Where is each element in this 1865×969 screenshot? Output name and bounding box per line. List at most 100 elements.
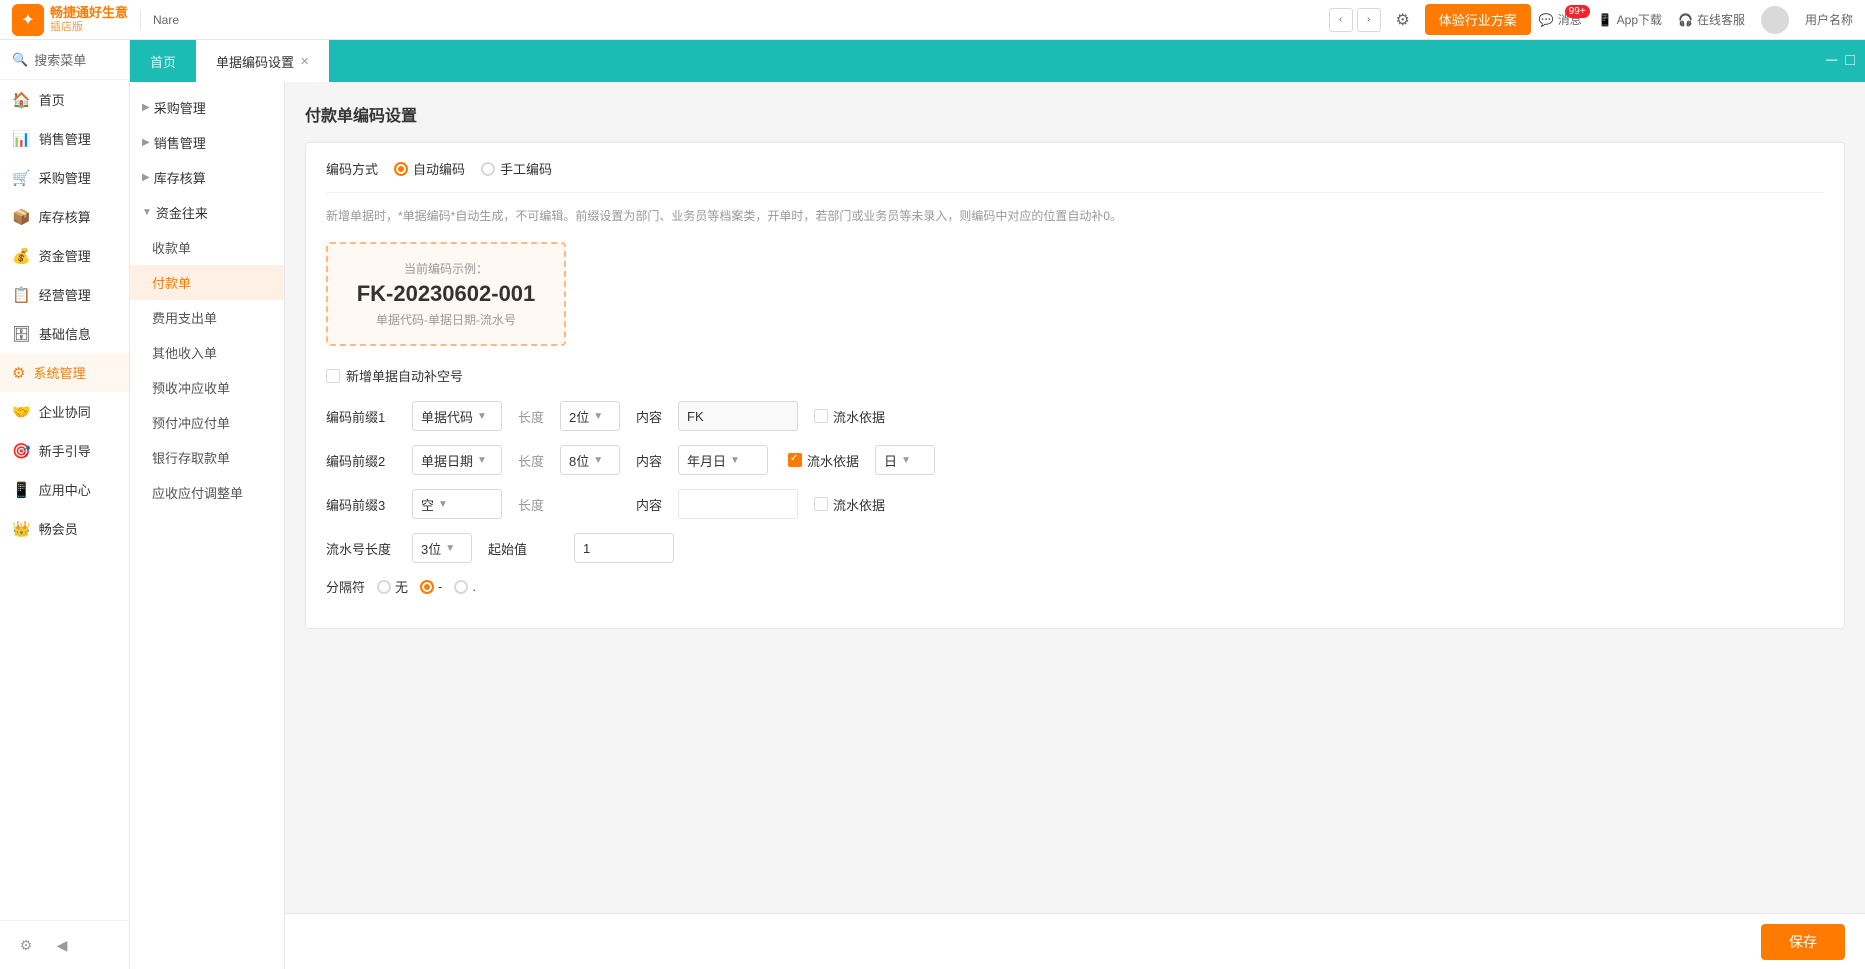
- sidebar-item-basic[interactable]: 🗄 基础信息: [0, 314, 129, 353]
- main-layout: 🔍 搜索菜单 🏠 首页 📊 销售管理 🛒 采购管理 📦 库存核算 💰 资金管理 …: [0, 40, 1865, 969]
- topbar-right: 💬 消息 99+ 📱 App下载 🎧 在线客服 用户名称: [1539, 6, 1853, 34]
- sidebar-item-enterprise[interactable]: 🤝 企业协同: [0, 392, 129, 431]
- tabbar-right: ─ □: [1826, 52, 1865, 70]
- prefix2-select[interactable]: 单据日期 ▼: [412, 445, 502, 475]
- message-button[interactable]: 💬 消息 99+: [1539, 11, 1582, 28]
- prefix3-content-input[interactable]: [678, 489, 798, 519]
- prefix1-content-label: 内容: [636, 407, 662, 426]
- prefix2-serial-checkbox[interactable]: 流水依据: [788, 451, 859, 470]
- sub-group-purchase-header[interactable]: ▶ 采购管理: [130, 90, 284, 125]
- prefix1-arrow-icon: ▼: [477, 411, 487, 422]
- prefix3-select[interactable]: 空 ▼: [412, 489, 502, 519]
- tab-encoding[interactable]: 单据编码设置 ✕: [196, 40, 329, 82]
- search-icon: 🔍: [12, 52, 28, 68]
- page-title: 付款单编码设置: [305, 102, 1845, 126]
- sub-group-sales-header[interactable]: ▶ 销售管理: [130, 125, 284, 160]
- sub-item-other-income[interactable]: 其他收入单: [130, 335, 284, 370]
- sidebar-item-guide[interactable]: 🎯 新手引导: [0, 431, 129, 470]
- prefix1-length-arrow-icon: ▼: [593, 411, 603, 422]
- auto-encode-radio-btn: [394, 162, 408, 176]
- username: 用户名称: [1805, 11, 1853, 28]
- sidebar-settings-button[interactable]: ⚙: [12, 931, 40, 959]
- sub-item-expense[interactable]: 费用支出单: [130, 300, 284, 335]
- arrow-right-icon: ▶: [142, 172, 150, 183]
- sidebar-item-apps[interactable]: 📱 应用中心: [0, 470, 129, 509]
- avatar[interactable]: [1761, 6, 1789, 34]
- prefix2-content-select[interactable]: 年月日 ▼: [678, 445, 768, 475]
- guide-icon: 🎯: [12, 442, 31, 460]
- sidebar-bottom: ⚙ ◀: [0, 920, 129, 969]
- encoding-card: 编码方式 自动编码 手工编码: [305, 142, 1845, 629]
- prefix1-content-input[interactable]: FK: [678, 401, 798, 431]
- sidebar-item-operations[interactable]: 📋 经营管理: [0, 275, 129, 314]
- prefix3-row: 编码前缀3 空 ▼ 长度 ▼ 内容: [326, 489, 1824, 519]
- prefix2-content-arrow-icon: ▼: [730, 455, 740, 466]
- sub-group-inventory-header[interactable]: ▶ 库存核算: [130, 160, 284, 195]
- serial-start-input[interactable]: 1: [574, 533, 674, 563]
- manual-encode-radio[interactable]: 手工编码: [481, 159, 552, 178]
- prefix3-serial-checkbox[interactable]: 流水依据: [814, 495, 885, 514]
- sub-item-prepay-pay[interactable]: 预付冲应付单: [130, 405, 284, 440]
- content-area: ▶ 采购管理 ▶ 销售管理 ▶ 库存核算: [130, 82, 1865, 969]
- sub-item-adjust[interactable]: 应收应付调整单: [130, 475, 284, 510]
- prefix2-unit-arrow-icon: ▼: [901, 455, 911, 466]
- encoding-type-label: 编码方式: [326, 159, 378, 178]
- app-download-button[interactable]: 📱 App下载: [1598, 11, 1662, 28]
- search-menu[interactable]: 🔍 搜索菜单: [0, 40, 129, 80]
- prefix3-length-label: 长度: [518, 495, 544, 514]
- tab-close-button[interactable]: ✕: [300, 55, 309, 68]
- auto-encode-radio[interactable]: 自动编码: [394, 159, 465, 178]
- sub-item-prepay-receive[interactable]: 预收冲应收单: [130, 370, 284, 405]
- sub-item-payment[interactable]: 付款单: [130, 265, 284, 300]
- sidebar-item-inventory[interactable]: 📦 库存核算: [0, 197, 129, 236]
- serial-length-select[interactable]: 3位 ▼: [412, 533, 472, 563]
- prefix1-select[interactable]: 单据代码 ▼: [412, 401, 502, 431]
- sub-group-capital-header[interactable]: ▼ 资金往来: [130, 195, 284, 230]
- auto-fill-checkbox[interactable]: [326, 369, 340, 383]
- serial-start-label: 起始值: [488, 539, 558, 558]
- manual-encode-radio-btn: [481, 162, 495, 176]
- prefix2-length-select[interactable]: 8位 ▼: [560, 445, 620, 475]
- operations-icon: 📋: [12, 286, 31, 304]
- nav-arrows: ‹ ›: [1329, 8, 1381, 32]
- nav-back-button[interactable]: ‹: [1329, 8, 1353, 32]
- tab-maximize-button[interactable]: □: [1845, 52, 1855, 70]
- sidebar-item-sales[interactable]: 📊 销售管理: [0, 119, 129, 158]
- sep-none-radio-btn: [377, 580, 391, 594]
- save-button[interactable]: 保存: [1761, 924, 1845, 960]
- sub-group-inventory: ▶ 库存核算: [130, 160, 284, 195]
- prefix2-label: 编码前缀2: [326, 451, 396, 470]
- tab-home[interactable]: 首页: [130, 40, 196, 82]
- tab-minimize-button[interactable]: ─: [1826, 52, 1837, 70]
- tabbar: 首页 单据编码设置 ✕ ─ □: [130, 40, 1865, 82]
- sep-dash-radio[interactable]: -: [420, 579, 442, 594]
- separator-row: 分隔符 无 - .: [326, 577, 1824, 596]
- sidebar-item-home[interactable]: 🏠 首页: [0, 80, 129, 119]
- prefix1-serial-checkbox[interactable]: 流水依据: [814, 407, 885, 426]
- sep-none-radio[interactable]: 无: [377, 577, 408, 596]
- sidebar-item-member[interactable]: 👑 畅会员: [0, 509, 129, 548]
- sep-dot-radio-btn: [454, 580, 468, 594]
- settings-button[interactable]: ⚙: [1389, 6, 1417, 34]
- prefix1-row: 编码前缀1 单据代码 ▼ 长度 2位 ▼ 内容: [326, 401, 1824, 431]
- sidebar-collapse-button[interactable]: ◀: [48, 931, 76, 959]
- sub-item-bank[interactable]: 银行存取款单: [130, 440, 284, 475]
- trial-button[interactable]: 体验行业方案: [1425, 4, 1531, 35]
- sidebar-item-purchase[interactable]: 🛒 采购管理: [0, 158, 129, 197]
- sidebar-item-finance[interactable]: 💰 资金管理: [0, 236, 129, 275]
- logo: ✦ 畅捷通好生意 插店版: [12, 4, 128, 36]
- prefix1-length-select[interactable]: 2位 ▼: [560, 401, 620, 431]
- serial-row: 流水号长度 3位 ▼ 起始值 1: [326, 533, 1824, 563]
- prefix2-serial-unit-select[interactable]: 日 ▼: [875, 445, 935, 475]
- apps-icon: 📱: [12, 481, 31, 499]
- online-service-button[interactable]: 🎧 在线客服: [1678, 11, 1745, 28]
- prefix2-arrow-icon: ▼: [477, 455, 487, 466]
- arrow-right-icon: ▶: [142, 102, 150, 113]
- preview-box: 当前编码示例： FK-20230602-001 单据代码-单据日期-流水号: [326, 242, 566, 346]
- sub-item-receipt[interactable]: 收款单: [130, 230, 284, 265]
- preview-desc: 单据代码-单据日期-流水号: [352, 311, 540, 328]
- sep-dot-radio[interactable]: .: [454, 579, 476, 594]
- sidebar-item-system[interactable]: ⚙ 系统管理: [0, 353, 129, 392]
- nav-forward-button[interactable]: ›: [1357, 8, 1381, 32]
- sep-dash-radio-btn: [420, 580, 434, 594]
